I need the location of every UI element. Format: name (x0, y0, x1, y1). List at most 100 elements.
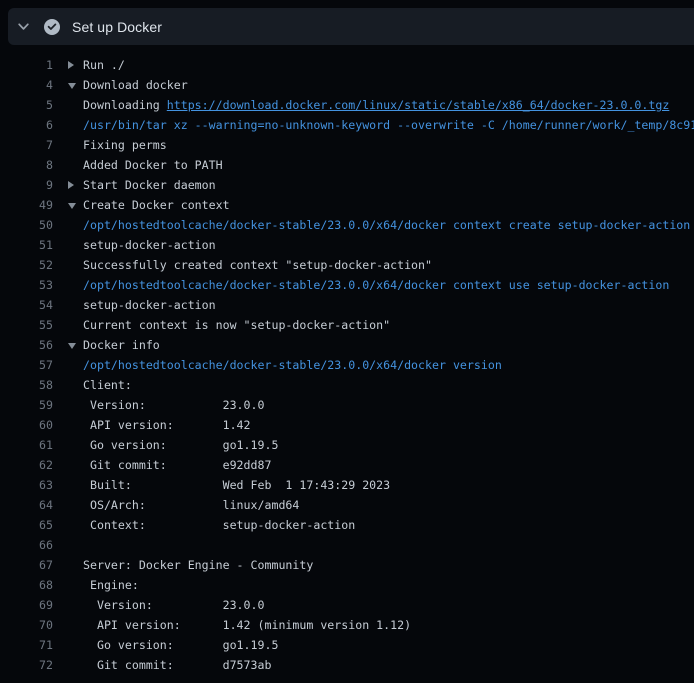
line-number-link[interactable]: 51 (0, 235, 53, 255)
log-line: 69 Version: 23.0.0 (0, 595, 694, 615)
log-line: 68 Engine: (0, 575, 694, 595)
log-line: 7 Fixing perms (0, 135, 694, 155)
log-text: Version: 23.0.0 (67, 395, 264, 415)
line-number-link[interactable]: 72 (0, 655, 53, 675)
log-line: 62 Git commit: e92dd87 (0, 455, 694, 475)
log-line[interactable]: 56 Docker info (0, 335, 694, 355)
twisty-expanded-icon[interactable] (68, 83, 76, 89)
line-number-link[interactable]: 8 (0, 155, 53, 175)
log-line: 66 (0, 535, 694, 555)
line-number-link[interactable]: 53 (0, 275, 53, 295)
line-number-link[interactable]: 67 (0, 555, 53, 575)
log-text: API version: 1.42 (minimum version 1.12) (67, 615, 411, 635)
line-number-link[interactable]: 62 (0, 455, 53, 475)
command-text: /opt/hostedtoolcache/docker-stable/23.0.… (67, 355, 502, 375)
log-line: 50/opt/hostedtoolcache/docker-stable/23.… (0, 215, 694, 235)
log-line: 71 Go version: go1.19.5 (0, 635, 694, 655)
log-text: Downloading (83, 98, 167, 112)
workflow-log-viewer: Set up Docker 1 Run ./ 4 Download docker 5 Do… (0, 8, 694, 675)
log-line: 61 Go version: go1.19.5 (0, 435, 694, 455)
line-number-link[interactable]: 9 (0, 175, 53, 195)
group-label: Start Docker daemon (83, 178, 216, 192)
log-line: 64 OS/Arch: linux/amd64 (0, 495, 694, 515)
line-number-link[interactable]: 6 (0, 115, 53, 135)
line-number-link[interactable]: 4 (0, 75, 53, 95)
log-text: Client: (67, 375, 132, 395)
log-line[interactable]: 1 Run ./ (0, 55, 694, 75)
log-line: 5 Downloading https://download.docker.com… (0, 95, 694, 115)
line-number-link[interactable]: 60 (0, 415, 53, 435)
log-line: 72 Git commit: d7573ab (0, 655, 694, 675)
log-line: 60 API version: 1.42 (0, 415, 694, 435)
log-text: Fixing perms (67, 135, 167, 155)
line-number-link[interactable]: 7 (0, 135, 53, 155)
line-number-link[interactable]: 50 (0, 215, 53, 235)
log-line: 54setup-docker-action (0, 295, 694, 315)
log-text: Go version: go1.19.5 (67, 635, 278, 655)
line-number-link[interactable]: 58 (0, 375, 53, 395)
log-line: 8 Added Docker to PATH (0, 155, 694, 175)
twisty-expanded-icon[interactable] (68, 203, 76, 209)
chevron-down-icon[interactable] (17, 20, 30, 33)
log-area: 1 Run ./ 4 Download docker 5 Downloading http… (0, 55, 694, 675)
line-number-link[interactable]: 66 (0, 535, 53, 555)
log-line: 53/opt/hostedtoolcache/docker-stable/23.… (0, 275, 694, 295)
log-line: 57/opt/hostedtoolcache/docker-stable/23.… (0, 355, 694, 375)
log-line[interactable]: 9 Start Docker daemon (0, 175, 694, 195)
log-line: 6/usr/bin/tar xz --warning=no-unknown-ke… (0, 115, 694, 135)
step-header[interactable]: Set up Docker (8, 8, 694, 45)
command-text: /usr/bin/tar xz --warning=no-unknown-key… (67, 115, 694, 135)
line-number-link[interactable]: 1 (0, 55, 53, 75)
log-text: Version: 23.0.0 (67, 595, 264, 615)
line-number-link[interactable]: 5 (0, 95, 53, 115)
line-content: Run ./ (67, 55, 125, 75)
log-text: API version: 1.42 (67, 415, 251, 435)
log-text: Built: Wed Feb 1 17:43:29 2023 (67, 475, 390, 495)
line-number-link[interactable]: 59 (0, 395, 53, 415)
log-text: Server: Docker Engine - Community (67, 555, 313, 575)
line-number-link[interactable]: 69 (0, 595, 53, 615)
log-text: Go version: go1.19.5 (67, 435, 278, 455)
log-text: Current context is now "setup-docker-act… (67, 315, 390, 335)
line-number-link[interactable]: 65 (0, 515, 53, 535)
twisty-collapsed-icon[interactable] (68, 181, 74, 189)
command-text: /opt/hostedtoolcache/docker-stable/23.0.… (67, 215, 690, 235)
twisty-collapsed-icon[interactable] (68, 61, 74, 69)
line-number-link[interactable]: 70 (0, 615, 53, 635)
log-text: Added Docker to PATH (67, 155, 223, 175)
line-number-link[interactable]: 52 (0, 255, 53, 275)
line-number-link[interactable]: 61 (0, 435, 53, 455)
line-content: Docker info (67, 335, 160, 355)
group-label: Download docker (83, 78, 188, 92)
log-text: Git commit: e92dd87 (67, 455, 271, 475)
line-content: Create Docker context (67, 195, 230, 215)
line-content: Start Docker daemon (67, 175, 216, 195)
line-content: Download docker (67, 75, 188, 95)
log-line[interactable]: 49 Create Docker context (0, 195, 694, 215)
command-text: /opt/hostedtoolcache/docker-stable/23.0.… (67, 275, 669, 295)
log-link[interactable]: https://download.docker.com/linux/static… (167, 98, 670, 112)
log-line: 55 Current context is now "setup-docker-a… (0, 315, 694, 335)
line-number-link[interactable]: 64 (0, 495, 53, 515)
line-number-link[interactable]: 71 (0, 635, 53, 655)
line-number-link[interactable]: 55 (0, 315, 53, 335)
log-line: 63 Built: Wed Feb 1 17:43:29 2023 (0, 475, 694, 495)
line-number-link[interactable]: 68 (0, 575, 53, 595)
log-line: 52 Successfully created context "setup-do… (0, 255, 694, 275)
twisty-expanded-icon[interactable] (68, 343, 76, 349)
log-text: OS/Arch: linux/amd64 (67, 495, 299, 515)
line-number-link[interactable]: 54 (0, 295, 53, 315)
step-title: Set up Docker (72, 19, 162, 35)
log-line: 70 API version: 1.42 (minimum version 1.… (0, 615, 694, 635)
line-number-link[interactable]: 57 (0, 355, 53, 375)
log-line: 65 Context: setup-docker-action (0, 515, 694, 535)
group-label: Create Docker context (83, 198, 230, 212)
log-text: Successfully created context "setup-dock… (67, 255, 432, 275)
line-content (67, 535, 83, 555)
log-line[interactable]: 4 Download docker (0, 75, 694, 95)
line-number-link[interactable]: 49 (0, 195, 53, 215)
line-number-link[interactable]: 56 (0, 335, 53, 355)
line-number-link[interactable]: 63 (0, 475, 53, 495)
log-text: Engine: (67, 575, 139, 595)
check-circle-icon (44, 19, 60, 35)
